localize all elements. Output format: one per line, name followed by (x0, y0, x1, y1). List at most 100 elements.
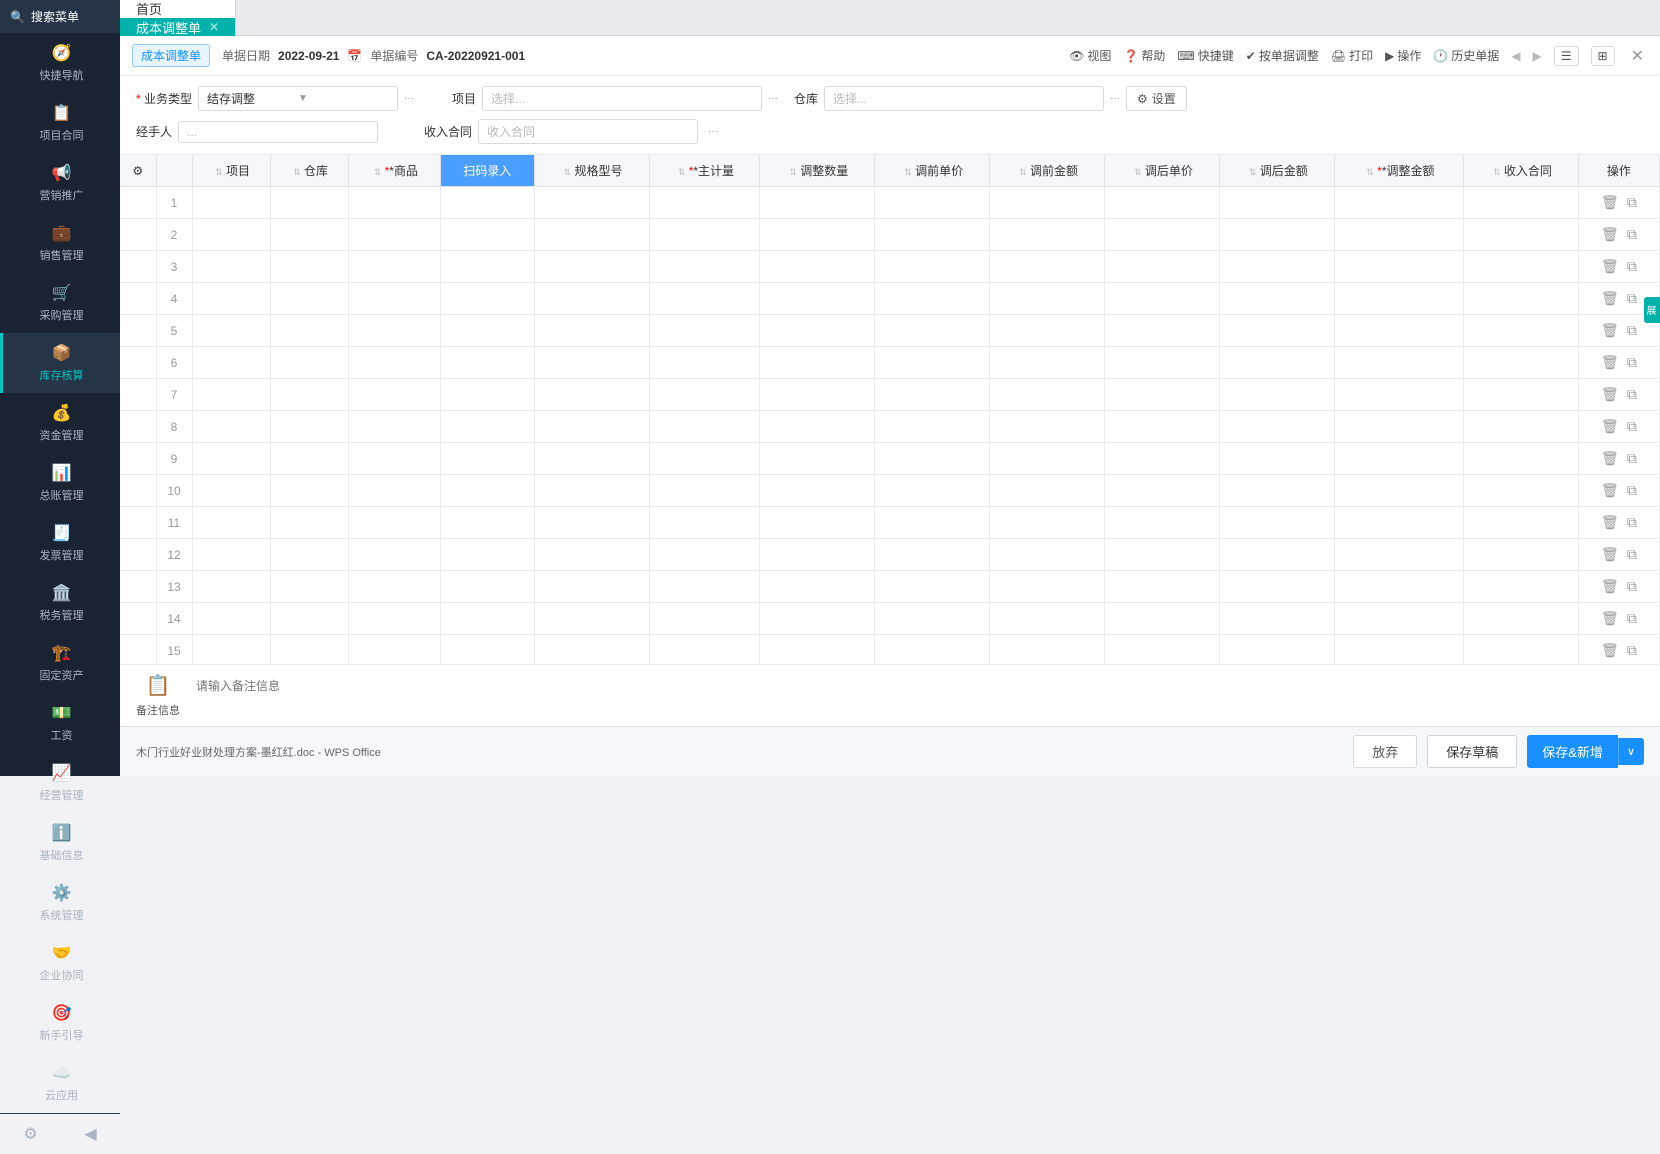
cell-before-amount-10[interactable] (990, 507, 1105, 539)
sidebar-search[interactable]: 🔍 搜索菜单 (0, 0, 120, 33)
cell-scan-9[interactable] (441, 475, 535, 507)
cell-unit-13[interactable] (649, 603, 760, 635)
cell-unit-0[interactable] (649, 187, 760, 219)
cell-warehouse-0[interactable] (270, 187, 348, 219)
col-after-amount[interactable]: ⇅ 调后金额 (1219, 155, 1334, 187)
cell-adjust-amount-7[interactable] (1334, 411, 1463, 443)
cell-scan-5[interactable] (441, 347, 535, 379)
cell-adjust-amount-11[interactable] (1334, 539, 1463, 571)
cell-after-amount-7[interactable] (1219, 411, 1334, 443)
sidebar-item-fund-mgmt[interactable]: 💰资金管理 (0, 393, 120, 453)
help-btn[interactable]: ❓ 帮助 (1123, 47, 1165, 64)
cell-unit-3[interactable] (649, 283, 760, 315)
cell-after-amount-11[interactable] (1219, 539, 1334, 571)
cell-after-amount-1[interactable] (1219, 219, 1334, 251)
cell-scan-12[interactable] (441, 571, 535, 603)
cell-warehouse-3[interactable] (270, 283, 348, 315)
copy-btn-2[interactable]: ⧉ (1625, 256, 1639, 277)
cell-unit-2[interactable] (649, 251, 760, 283)
cell-goods-5[interactable] (348, 347, 440, 379)
save-new-button[interactable]: 保存&新增 ∨ (1527, 735, 1644, 768)
col-goods[interactable]: ⇅ **商品 (348, 155, 440, 187)
col-project[interactable]: ⇅ 项目 (192, 155, 270, 187)
cell-adjust-amount-14[interactable] (1334, 635, 1463, 665)
cell-income-contract-12[interactable] (1463, 571, 1578, 603)
cell-adjust-qty-9[interactable] (760, 475, 875, 507)
cell-after-price-7[interactable] (1105, 411, 1220, 443)
cell-after-amount-10[interactable] (1219, 507, 1334, 539)
cell-adjust-amount-2[interactable] (1334, 251, 1463, 283)
cell-before-price-11[interactable] (875, 539, 990, 571)
cell-before-amount-0[interactable] (990, 187, 1105, 219)
cell-warehouse-14[interactable] (270, 635, 348, 665)
delete-btn-14[interactable]: 🗑 (1599, 640, 1621, 661)
col-gear[interactable]: ⚙ (120, 155, 156, 187)
sidebar-item-quick-nav[interactable]: 🧭快捷导航 (0, 33, 120, 93)
cell-scan-4[interactable] (441, 315, 535, 347)
cell-income-contract-11[interactable] (1463, 539, 1578, 571)
cell-goods-7[interactable] (348, 411, 440, 443)
cell-adjust-qty-1[interactable] (760, 219, 875, 251)
cell-project-12[interactable] (192, 571, 270, 603)
warehouse-select[interactable]: 选择... (824, 86, 1104, 111)
cell-goods-3[interactable] (348, 283, 440, 315)
cell-income-contract-3[interactable] (1463, 283, 1578, 315)
print-btn[interactable]: 🖨 打印 (1331, 47, 1373, 64)
cell-project-2[interactable] (192, 251, 270, 283)
cell-unit-7[interactable] (649, 411, 760, 443)
cell-project-4[interactable] (192, 315, 270, 347)
copy-btn-0[interactable]: ⧉ (1625, 192, 1639, 213)
cell-after-price-13[interactable] (1105, 603, 1220, 635)
cell-project-9[interactable] (192, 475, 270, 507)
cell-spec-0[interactable] (534, 187, 649, 219)
cell-income-contract-14[interactable] (1463, 635, 1578, 665)
cell-project-1[interactable] (192, 219, 270, 251)
cell-after-price-2[interactable] (1105, 251, 1220, 283)
cell-spec-5[interactable] (534, 347, 649, 379)
col-before-price[interactable]: ⇅ 调前单价 (875, 155, 990, 187)
cell-before-price-4[interactable] (875, 315, 990, 347)
cell-project-0[interactable] (192, 187, 270, 219)
cell-goods-10[interactable] (348, 507, 440, 539)
cell-project-6[interactable] (192, 379, 270, 411)
sidebar-item-inventory[interactable]: 📦库存核算 (0, 333, 120, 393)
cell-after-amount-8[interactable] (1219, 443, 1334, 475)
cell-before-amount-13[interactable] (990, 603, 1105, 635)
cell-spec-1[interactable] (534, 219, 649, 251)
cell-after-amount-13[interactable] (1219, 603, 1334, 635)
cell-scan-13[interactable] (441, 603, 535, 635)
settings-button[interactable]: ⚙ 设置 (1126, 86, 1187, 111)
delete-btn-11[interactable]: 🗑 (1599, 544, 1621, 565)
cell-adjust-amount-4[interactable] (1334, 315, 1463, 347)
cell-project-5[interactable] (192, 347, 270, 379)
cell-income-contract-6[interactable] (1463, 379, 1578, 411)
cell-before-price-10[interactable] (875, 507, 990, 539)
sidebar-item-sales-mgmt[interactable]: 💼销售管理 (0, 213, 120, 273)
cell-scan-7[interactable] (441, 411, 535, 443)
cell-after-amount-2[interactable] (1219, 251, 1334, 283)
cell-project-13[interactable] (192, 603, 270, 635)
cell-after-price-4[interactable] (1105, 315, 1220, 347)
cell-before-amount-12[interactable] (990, 571, 1105, 603)
cell-after-price-6[interactable] (1105, 379, 1220, 411)
cell-spec-13[interactable] (534, 603, 649, 635)
cell-adjust-amount-10[interactable] (1334, 507, 1463, 539)
save-new-arrow[interactable]: ∨ (1618, 738, 1644, 765)
cell-scan-0[interactable] (441, 187, 535, 219)
delete-btn-7[interactable]: 🗑 (1599, 416, 1621, 437)
cell-before-amount-2[interactable] (990, 251, 1105, 283)
cell-after-price-12[interactable] (1105, 571, 1220, 603)
cell-warehouse-13[interactable] (270, 603, 348, 635)
sidebar-item-cloud-app[interactable]: ☁️云应用 (0, 1053, 120, 1113)
cell-income-contract-4[interactable] (1463, 315, 1578, 347)
cell-spec-3[interactable] (534, 283, 649, 315)
cell-adjust-qty-4[interactable] (760, 315, 875, 347)
delete-btn-12[interactable]: 🗑 (1599, 576, 1621, 597)
cell-before-price-8[interactable] (875, 443, 990, 475)
cell-goods-2[interactable] (348, 251, 440, 283)
cell-project-14[interactable] (192, 635, 270, 665)
tab-cost-adjust[interactable]: 成本调整单✕ (120, 18, 236, 37)
sidebar-item-purchase-mgmt[interactable]: 🛒采购管理 (0, 273, 120, 333)
cell-goods-0[interactable] (348, 187, 440, 219)
copy-btn-7[interactable]: ⧉ (1625, 416, 1639, 437)
